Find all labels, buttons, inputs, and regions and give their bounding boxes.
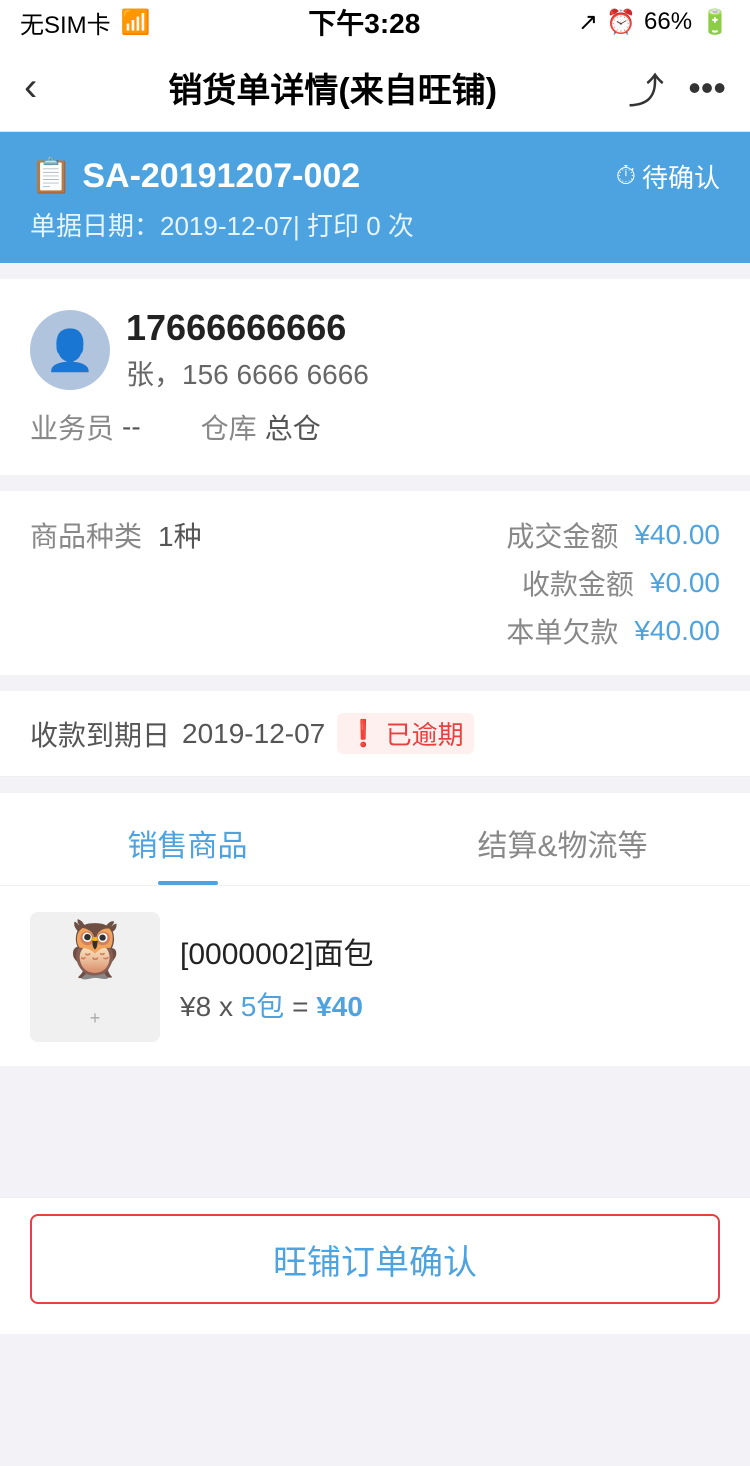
battery-label: 66% [644, 8, 692, 36]
product-name: [0000002]面包 [180, 929, 720, 973]
order-status: ⏱ 待确认 [616, 158, 720, 195]
amount-right: 成交金额 ¥40.00 收款金额 ¥0.00 本单欠款 ¥40.00 [506, 515, 720, 651]
wifi-icon: 📶 [121, 8, 151, 37]
tabs-header: 销售商品 结算&物流等 [0, 793, 750, 886]
product-item: 🦉+ [0000002]面包 ¥8 x 5包 = ¥40 [0, 888, 750, 1066]
overdue-badge: ❗ 已逾期 [337, 713, 473, 754]
sales-meta: 业务员 -- [30, 407, 141, 447]
received-row: 收款金额 ¥0.00 [522, 563, 720, 603]
avatar: 👤 [30, 310, 110, 390]
product-thumbnail: 🦉+ [30, 912, 160, 1042]
confirm-order-label: 旺铺订单确认 [273, 1235, 477, 1284]
product-total: ¥40 [316, 991, 363, 1022]
carrier-label: 无SIM卡 [20, 5, 111, 40]
order-id: 📋 SA-20191207-002 [30, 156, 360, 196]
multiply-sign: x [219, 991, 241, 1022]
owl-icon: 🦉+ [60, 921, 130, 1033]
product-type: 商品种类 1种 [30, 515, 202, 555]
overdue-text: 已逾期 [386, 715, 464, 752]
page-title: 销货单详情(来自旺铺) [168, 63, 497, 112]
confirm-order-button[interactable]: 旺铺订单确认 [30, 1214, 720, 1304]
due-section: 收款到期日 2019-12-07 ❗ 已逾期 [0, 691, 750, 777]
received-label: 收款金额 [522, 563, 634, 603]
owed-value: ¥40.00 [634, 615, 720, 647]
order-header: 📋 SA-20191207-002 ⏱ 待确认 单据日期：2019-12-07|… [0, 132, 750, 263]
product-thumb-inner: 🦉+ [60, 921, 130, 1033]
transaction-value: ¥40.00 [634, 519, 720, 551]
status-text: 待确认 [642, 158, 720, 195]
tabs-section: 销售商品 结算&物流等 🦉+ [0000002]面包 ¥8 x 5包 = ¥40 [0, 793, 750, 1066]
tab-settlement-logistics[interactable]: 结算&物流等 [375, 793, 750, 885]
share-button[interactable]: ⤴ [628, 62, 664, 114]
alarm-icon: ⏰ [606, 8, 636, 37]
product-qty: 5包 [241, 991, 285, 1022]
tab-sales-products[interactable]: 销售商品 [0, 793, 375, 885]
sales-value: -- [122, 411, 141, 443]
warehouse-label: 仓库 [201, 407, 257, 447]
status-bar-right: ↗ ⏰ 66% 🔋 [578, 8, 730, 37]
product-type-label: 商品种类 [30, 515, 142, 555]
customer-top: 👤 17666666666 张，156 6666 6666 [30, 307, 720, 393]
status-bar-time: 下午3:28 [308, 2, 420, 42]
avatar-icon: 👤 [45, 327, 95, 374]
transaction-row: 成交金额 ¥40.00 [506, 515, 720, 555]
warehouse-value: 总仓 [265, 407, 321, 447]
location-icon: ↗ [578, 8, 598, 37]
received-value: ¥0.00 [650, 567, 720, 599]
product-price: ¥8 x 5包 = ¥40 [180, 985, 720, 1025]
back-button[interactable]: ‹ [24, 65, 37, 110]
order-date: 单据日期：2019-12-07| 打印 0 次 [30, 206, 720, 243]
equals-sign: = [292, 991, 316, 1022]
status-bar-left: 无SIM卡 📶 [20, 5, 151, 40]
overdue-icon: ❗ [347, 718, 379, 749]
customer-section: 👤 17666666666 张，156 6666 6666 业务员 -- 仓库 … [0, 279, 750, 475]
transaction-label: 成交金额 [506, 515, 618, 555]
battery-icon: 🔋 [700, 8, 730, 37]
nav-bar: ‹ 销货单详情(来自旺铺) ⤴ ••• [0, 44, 750, 132]
customer-phone: 17666666666 [126, 307, 369, 349]
product-info: [0000002]面包 ¥8 x 5包 = ¥40 [180, 929, 720, 1025]
due-date-value: 2019-12-07 [182, 718, 325, 750]
order-icon: 📋 [30, 156, 72, 196]
product-type-value: 1种 [158, 515, 202, 555]
sales-label: 业务员 [30, 407, 114, 447]
customer-meta: 业务员 -- 仓库 总仓 [30, 407, 720, 447]
bottom-bar: 旺铺订单确认 [0, 1197, 750, 1334]
warehouse-meta: 仓库 总仓 [201, 407, 321, 447]
more-button[interactable]: ••• [688, 67, 726, 109]
owed-row: 本单欠款 ¥40.00 [506, 611, 720, 651]
owed-label: 本单欠款 [506, 611, 618, 651]
price-unit: ¥8 [180, 991, 211, 1022]
status-bar: 无SIM卡 📶 下午3:28 ↗ ⏰ 66% 🔋 [0, 0, 750, 44]
amount-section: 商品种类 1种 成交金额 ¥40.00 收款金额 ¥0.00 本单欠款 ¥40.… [0, 491, 750, 675]
nav-actions: ⤴ ••• [628, 62, 726, 114]
customer-name: 张，156 6666 6666 [126, 353, 369, 393]
order-id-text: SA-20191207-002 [82, 157, 360, 196]
due-label: 收款到期日 [30, 714, 170, 754]
status-clock-icon: ⏱ [616, 160, 636, 192]
customer-info: 17666666666 张，156 6666 6666 [126, 307, 369, 393]
order-header-top: 📋 SA-20191207-002 ⏱ 待确认 [30, 156, 720, 196]
